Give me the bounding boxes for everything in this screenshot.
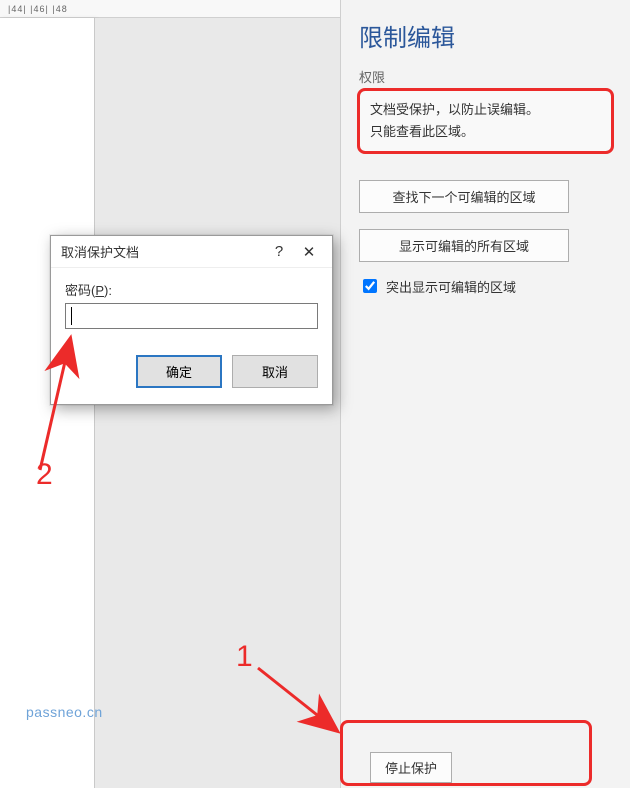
cancel-button[interactable]: 取消 bbox=[232, 355, 318, 388]
find-next-editable-button[interactable]: 查找下一个可编辑的区域 bbox=[359, 180, 569, 213]
highlight-editable-checkbox[interactable] bbox=[363, 279, 377, 293]
highlight-editable-label: 突出显示可编辑的区域 bbox=[386, 277, 516, 296]
ruler-marks: |44| |46| |48 bbox=[8, 4, 68, 14]
dialog-button-row: 确定 取消 bbox=[65, 355, 318, 388]
ruler: |44| |46| |48 bbox=[0, 0, 340, 18]
annotation-number-1: 1 bbox=[236, 640, 253, 674]
dialog-close-button[interactable]: ✕ bbox=[294, 243, 324, 261]
info-line-2: 只能查看此区域。 bbox=[370, 121, 601, 143]
annotation-number-2: 2 bbox=[36, 458, 53, 492]
panel-title: 限制编辑 bbox=[359, 18, 612, 53]
info-line-1: 文档受保护，以防止误编辑。 bbox=[370, 99, 601, 121]
unprotect-document-dialog: 取消保护文档 ? ✕ 密码(P): 确定 取消 bbox=[50, 235, 333, 405]
dialog-body: 密码(P): 确定 取消 bbox=[51, 268, 332, 404]
highlight-editable-checkbox-row[interactable]: 突出显示可编辑的区域 bbox=[359, 276, 612, 296]
dialog-titlebar[interactable]: 取消保护文档 ? ✕ bbox=[51, 236, 332, 268]
password-input[interactable] bbox=[65, 303, 318, 329]
password-label: 密码(P): bbox=[65, 280, 318, 299]
text-caret bbox=[71, 307, 72, 325]
stop-protection-button[interactable]: 停止保护 bbox=[370, 752, 452, 783]
dialog-help-button[interactable]: ? bbox=[264, 243, 294, 260]
dialog-title: 取消保护文档 bbox=[61, 242, 264, 261]
restrict-editing-panel: 限制编辑 权限 文档受保护，以防止误编辑。 只能查看此区域。 查找下一个可编辑的… bbox=[340, 0, 630, 788]
watermark: passneo.cn bbox=[26, 704, 103, 720]
ok-button[interactable]: 确定 bbox=[136, 355, 222, 388]
permissions-info: 文档受保护，以防止误编辑。 只能查看此区域。 bbox=[359, 90, 612, 152]
show-all-editable-button[interactable]: 显示可编辑的所有区域 bbox=[359, 229, 569, 262]
permissions-label: 权限 bbox=[359, 67, 612, 86]
